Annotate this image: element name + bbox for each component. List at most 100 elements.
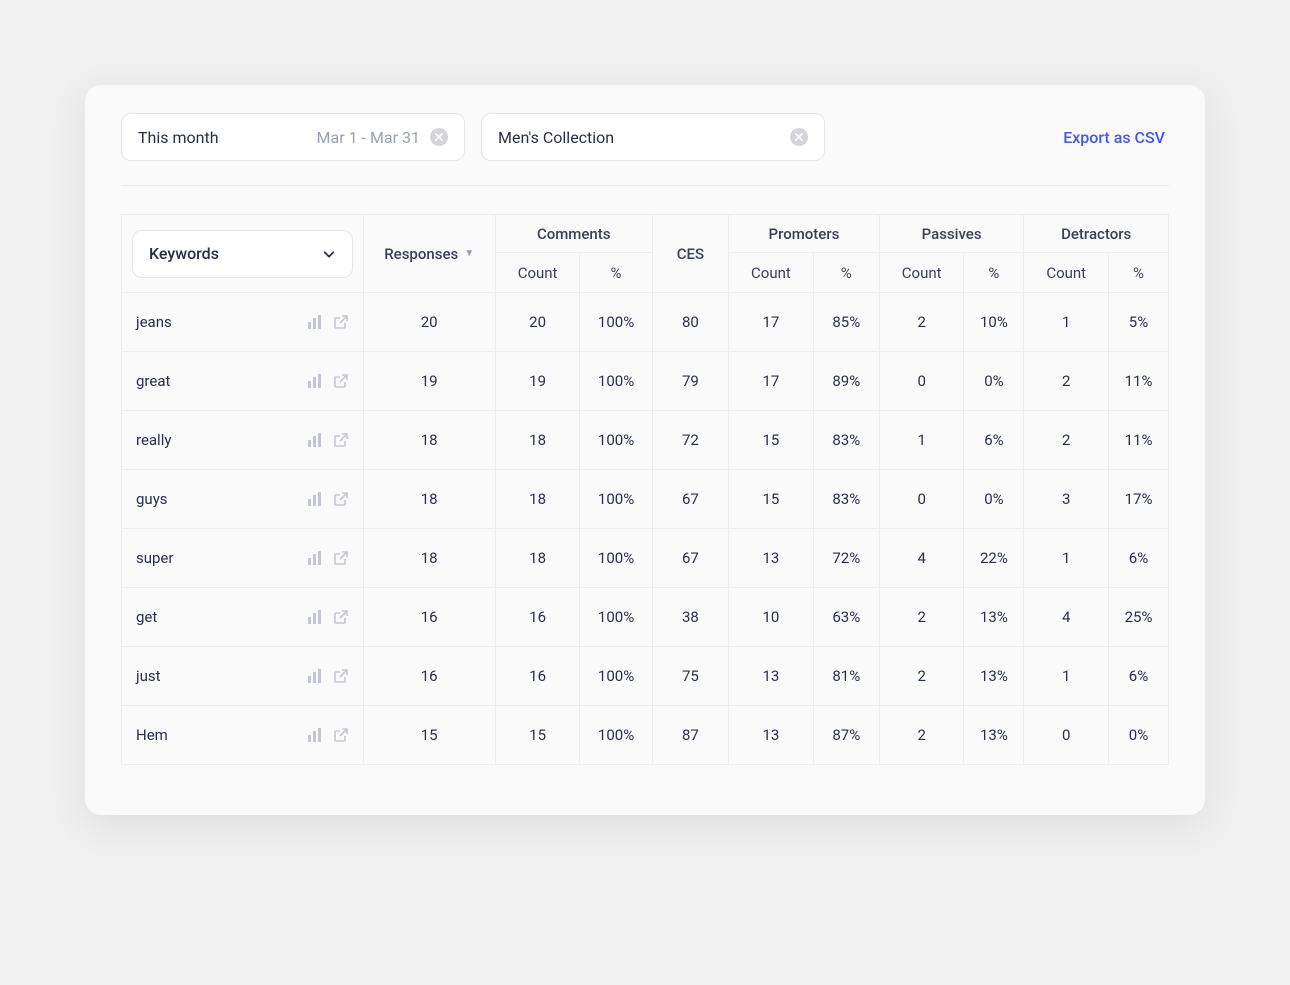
col-comments-pct: % [580, 253, 652, 293]
table-row: really1818100%721583%16%211% [122, 411, 1169, 470]
passives-count-cell: 2 [879, 293, 964, 352]
passives-pct-cell: 13% [964, 588, 1024, 647]
comments-count-cell: 15 [495, 706, 580, 765]
detractors-count-cell: 2 [1024, 411, 1109, 470]
comments-count-cell: 16 [495, 588, 580, 647]
promoters-pct-cell: 89% [813, 352, 879, 411]
passives-count-cell: 2 [879, 706, 964, 765]
bar-chart-icon[interactable] [307, 373, 323, 389]
external-link-icon[interactable] [333, 609, 349, 625]
bar-chart-icon[interactable] [307, 668, 323, 684]
ces-cell: 79 [652, 352, 728, 411]
detractors-pct-cell: 6% [1109, 529, 1169, 588]
collection-filter-label: Men's Collection [498, 128, 614, 147]
col-responses[interactable]: Responses ▼ [363, 215, 495, 293]
comments-pct-cell: 100% [580, 647, 652, 706]
keyword-text: great [136, 372, 170, 390]
bar-chart-icon[interactable] [307, 550, 323, 566]
date-range-label: This month [138, 128, 219, 147]
promoters-count-cell: 10 [729, 588, 814, 647]
passives-count-cell: 4 [879, 529, 964, 588]
table-row: super1818100%671372%422%16% [122, 529, 1169, 588]
keyword-text: super [136, 549, 173, 567]
keywords-table-wrap: Keywords Responses ▼ Comments CES Promot… [85, 186, 1205, 765]
table-row: guys1818100%671583%00%317% [122, 470, 1169, 529]
promoters-count-cell: 13 [729, 647, 814, 706]
promoters-count-cell: 17 [729, 293, 814, 352]
comments-count-cell: 20 [495, 293, 580, 352]
col-passives[interactable]: Passives [879, 215, 1024, 253]
detractors-count-cell: 1 [1024, 293, 1109, 352]
sort-desc-icon: ▼ [464, 248, 474, 259]
date-range-filter[interactable]: This month Mar 1 - Mar 31 [121, 113, 465, 161]
bar-chart-icon[interactable] [307, 491, 323, 507]
external-link-icon[interactable] [333, 373, 349, 389]
keyword-cell: guys [122, 470, 364, 529]
responses-cell: 18 [363, 411, 495, 470]
keyword-cell: super [122, 529, 364, 588]
comments-pct-cell: 100% [580, 470, 652, 529]
keywords-table: Keywords Responses ▼ Comments CES Promot… [121, 214, 1169, 765]
passives-pct-cell: 0% [964, 470, 1024, 529]
col-passives-pct: % [964, 253, 1024, 293]
col-detractors[interactable]: Detractors [1024, 215, 1169, 253]
col-detractors-pct: % [1109, 253, 1169, 293]
passives-pct-cell: 6% [964, 411, 1024, 470]
col-detractors-count: Count [1024, 253, 1109, 293]
detractors-pct-cell: 0% [1109, 706, 1169, 765]
promoters-count-cell: 13 [729, 529, 814, 588]
ces-cell: 87 [652, 706, 728, 765]
passives-pct-cell: 13% [964, 706, 1024, 765]
passives-count-cell: 1 [879, 411, 964, 470]
ces-cell: 67 [652, 529, 728, 588]
external-link-icon[interactable] [333, 668, 349, 684]
detractors-count-cell: 1 [1024, 647, 1109, 706]
comments-count-cell: 19 [495, 352, 580, 411]
detractors-pct-cell: 11% [1109, 411, 1169, 470]
keyword-text: get [136, 608, 157, 626]
bar-chart-icon[interactable] [307, 432, 323, 448]
analytics-card: This month Mar 1 - Mar 31 Men's Collecti… [85, 85, 1205, 815]
comments-count-cell: 18 [495, 470, 580, 529]
comments-pct-cell: 100% [580, 293, 652, 352]
keyword-text: guys [136, 490, 168, 508]
keyword-text: jeans [136, 313, 172, 331]
col-comments[interactable]: Comments [495, 215, 652, 253]
col-ces[interactable]: CES [652, 215, 728, 293]
external-link-icon[interactable] [333, 727, 349, 743]
export-csv-link[interactable]: Export as CSV [1063, 128, 1169, 147]
keyword-cell: great [122, 352, 364, 411]
ces-cell: 75 [652, 647, 728, 706]
passives-count-cell: 2 [879, 588, 964, 647]
clear-collection-icon[interactable] [790, 128, 808, 146]
clear-date-icon[interactable] [430, 128, 448, 146]
detractors-count-cell: 1 [1024, 529, 1109, 588]
responses-cell: 16 [363, 588, 495, 647]
external-link-icon[interactable] [333, 550, 349, 566]
responses-cell: 19 [363, 352, 495, 411]
date-range-value-wrap: Mar 1 - Mar 31 [317, 128, 448, 147]
ces-cell: 67 [652, 470, 728, 529]
detractors-count-cell: 4 [1024, 588, 1109, 647]
bar-chart-icon[interactable] [307, 609, 323, 625]
comments-pct-cell: 100% [580, 411, 652, 470]
table-row: get1616100%381063%213%425% [122, 588, 1169, 647]
external-link-icon[interactable] [333, 491, 349, 507]
promoters-count-cell: 13 [729, 706, 814, 765]
bar-chart-icon[interactable] [307, 314, 323, 330]
keywords-selector[interactable]: Keywords [132, 230, 353, 278]
passives-pct-cell: 22% [964, 529, 1024, 588]
col-promoters-count: Count [729, 253, 814, 293]
detractors-pct-cell: 11% [1109, 352, 1169, 411]
promoters-count-cell: 15 [729, 470, 814, 529]
external-link-icon[interactable] [333, 432, 349, 448]
comments-count-cell: 16 [495, 647, 580, 706]
ces-cell: 38 [652, 588, 728, 647]
col-promoters[interactable]: Promoters [729, 215, 880, 253]
bar-chart-icon[interactable] [307, 727, 323, 743]
collection-filter[interactable]: Men's Collection [481, 113, 825, 161]
external-link-icon[interactable] [333, 314, 349, 330]
ces-cell: 80 [652, 293, 728, 352]
keyword-text: just [136, 667, 161, 685]
responses-cell: 15 [363, 706, 495, 765]
